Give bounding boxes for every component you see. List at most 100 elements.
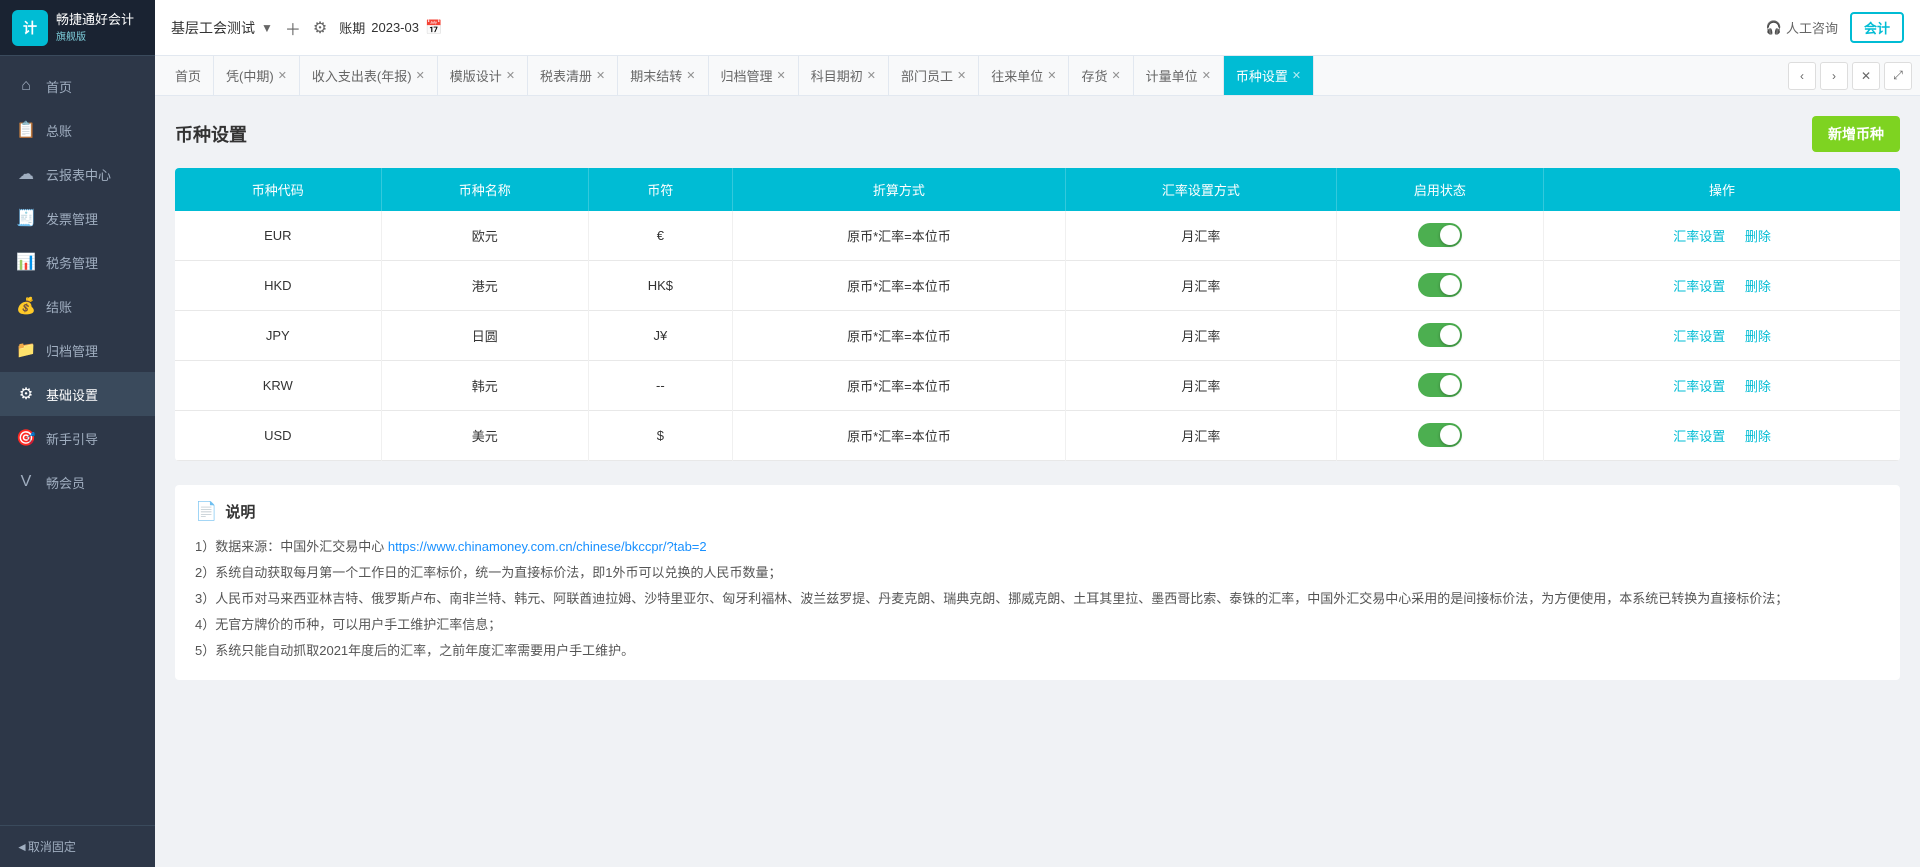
cell-rate-method-1: 月汇率	[1066, 261, 1337, 311]
tab-income[interactable]: 收入支出表(年报) ✕	[300, 56, 438, 96]
toggle-4[interactable]	[1418, 423, 1462, 447]
tab-close-unit[interactable]: ✕	[1202, 69, 1211, 82]
tab-expand-button[interactable]: ⤢	[1884, 62, 1912, 90]
delete-link-4[interactable]: 删除	[1745, 429, 1771, 444]
delete-link-0[interactable]: 删除	[1745, 229, 1771, 244]
tab-label-taxclear: 税表清册	[540, 66, 592, 85]
tab-taxclear[interactable]: 税表清册 ✕	[528, 56, 618, 96]
service-button[interactable]: 🎧 人工咨询	[1766, 18, 1838, 37]
tab-currency[interactable]: 币种设置 ✕	[1224, 56, 1314, 96]
topbar-right: 🎧 人工咨询 会计	[1766, 12, 1904, 43]
cell-name-2: 日圆	[381, 311, 588, 361]
currency-table: 币种代码币种名称币符折算方式汇率设置方式启用状态操作 EUR 欧元 € 原币*汇…	[175, 168, 1900, 461]
tab-subjects[interactable]: 科目期初 ✕	[799, 56, 889, 96]
sidebar-item-archive[interactable]: 📁 归档管理	[0, 328, 155, 372]
cell-enabled-0	[1336, 211, 1543, 261]
toggle-circle-0	[1440, 225, 1460, 245]
sidebar-label-tax: 税务管理	[46, 253, 98, 272]
tab-close-period_end[interactable]: ✕	[686, 69, 695, 82]
settings-icon[interactable]: ⚙	[313, 18, 327, 38]
delete-link-2[interactable]: 删除	[1745, 329, 1771, 344]
tab-close-department[interactable]: ✕	[957, 69, 966, 82]
tax-icon: 📊	[16, 252, 36, 272]
cell-name-3: 韩元	[381, 361, 588, 411]
toggle-1[interactable]	[1418, 273, 1462, 297]
cell-code-1: HKD	[175, 261, 381, 311]
tab-close-subjects[interactable]: ✕	[867, 69, 876, 82]
sidebar-item-settings[interactable]: ⚙ 基础设置	[0, 372, 155, 416]
tab-close-inventory[interactable]: ✕	[1111, 69, 1120, 82]
toggle-3[interactable]	[1418, 373, 1462, 397]
rate-settings-link-2[interactable]: 汇率设置	[1673, 329, 1725, 344]
tab-close-currency[interactable]: ✕	[1292, 69, 1301, 82]
sidebar-item-invoice[interactable]: 🧾 发票管理	[0, 196, 155, 240]
col-header-2: 币符	[588, 168, 732, 211]
home-icon: ⌂	[16, 76, 36, 96]
tab-close-clients[interactable]: ✕	[1047, 69, 1056, 82]
sidebar-item-guide[interactable]: 🎯 新手引导	[0, 416, 155, 460]
cell-name-4: 美元	[381, 411, 588, 461]
calendar-icon[interactable]: 📅	[425, 19, 442, 36]
delete-link-1[interactable]: 删除	[1745, 279, 1771, 294]
rate-settings-link-0[interactable]: 汇率设置	[1673, 229, 1725, 244]
tab-period_end[interactable]: 期末结转 ✕	[618, 56, 708, 96]
sidebar-item-ledger[interactable]: 📋 总账	[0, 108, 155, 152]
tab-clients[interactable]: 往来单位 ✕	[979, 56, 1069, 96]
sidebar-item-tax[interactable]: 📊 税务管理	[0, 240, 155, 284]
tab-close-income[interactable]: ✕	[416, 69, 425, 82]
col-header-0: 币种代码	[175, 168, 381, 211]
table-row: EUR 欧元 € 原币*汇率=本位币 月汇率 汇率设置 删除	[175, 211, 1900, 261]
sidebar-item-member[interactable]: V 畅会员	[0, 460, 155, 504]
tabbar-actions: ‹ › ✕ ⤢	[1788, 62, 1912, 90]
tab-home[interactable]: 首页	[163, 56, 214, 96]
tab-voucher[interactable]: 凭(中期) ✕	[214, 56, 300, 96]
tab-prev-button[interactable]: ‹	[1788, 62, 1816, 90]
sidebar-label-home: 首页	[46, 77, 72, 96]
logo-icon: 计	[12, 10, 48, 46]
rate-settings-link-3[interactable]: 汇率设置	[1673, 379, 1725, 394]
add-tab-button[interactable]: ＋	[285, 16, 301, 40]
tab-close-template[interactable]: ✕	[506, 69, 515, 82]
cell-enabled-4	[1336, 411, 1543, 461]
tab-unit[interactable]: 计量单位 ✕	[1134, 56, 1224, 96]
period-selector: 账期 2023-03 📅	[339, 18, 442, 37]
tab-archive[interactable]: 归档管理 ✕	[709, 56, 799, 96]
page-header: 币种设置 新增币种	[175, 116, 1900, 152]
sidebar-item-settlement[interactable]: 💰 结账	[0, 284, 155, 328]
account-type-button[interactable]: 会计	[1850, 12, 1904, 43]
rate-settings-link-1[interactable]: 汇率设置	[1673, 279, 1725, 294]
cell-rate-method-0: 月汇率	[1066, 211, 1337, 261]
company-selector[interactable]: 基层工会测试 ▼	[171, 18, 273, 38]
tab-label-inventory: 存货	[1081, 66, 1107, 85]
notes-link[interactable]: https://www.chinamoney.com.cn/chinese/bk…	[388, 539, 707, 554]
toggle-2[interactable]	[1418, 323, 1462, 347]
sidebar-item-reports[interactable]: ☁ 云报表中心	[0, 152, 155, 196]
tab-close-voucher[interactable]: ✕	[278, 69, 287, 82]
delete-link-3[interactable]: 删除	[1745, 379, 1771, 394]
tab-close-all-button[interactable]: ✕	[1852, 62, 1880, 90]
tab-label-clients: 往来单位	[991, 66, 1043, 85]
tab-close-archive[interactable]: ✕	[777, 69, 786, 82]
table-row: HKD 港元 HK$ 原币*汇率=本位币 月汇率 汇率设置 删除	[175, 261, 1900, 311]
toggle-0[interactable]	[1418, 223, 1462, 247]
content-area: 币种设置 新增币种 币种代码币种名称币符折算方式汇率设置方式启用状态操作 EUR…	[155, 96, 1920, 867]
tab-department[interactable]: 部门员工 ✕	[889, 56, 979, 96]
sidebar-footer-toggle[interactable]: ◄取消固定	[0, 825, 155, 867]
currency-table-wrapper: 币种代码币种名称币符折算方式汇率设置方式启用状态操作 EUR 欧元 € 原币*汇…	[175, 168, 1900, 461]
tab-next-button[interactable]: ›	[1820, 62, 1848, 90]
tab-template[interactable]: 模版设计 ✕	[438, 56, 528, 96]
tab-inventory[interactable]: 存货 ✕	[1069, 56, 1133, 96]
service-label: 人工咨询	[1786, 18, 1838, 37]
tab-label-template: 模版设计	[450, 66, 502, 85]
tab-label-income: 收入支出表(年报)	[312, 66, 412, 85]
logo-text-block: 畅捷通好会计 旗舰版	[56, 12, 134, 44]
sidebar-item-home[interactable]: ⌂ 首页	[0, 64, 155, 108]
new-currency-button[interactable]: 新增币种	[1812, 116, 1900, 152]
page-title: 币种设置	[175, 121, 247, 147]
settings-icon: ⚙	[16, 384, 36, 404]
table-row: USD 美元 $ 原币*汇率=本位币 月汇率 汇率设置 删除	[175, 411, 1900, 461]
app-name: 畅捷通好会计	[56, 12, 134, 29]
sidebar-label-ledger: 总账	[46, 121, 72, 140]
tab-close-taxclear[interactable]: ✕	[596, 69, 605, 82]
rate-settings-link-4[interactable]: 汇率设置	[1673, 429, 1725, 444]
